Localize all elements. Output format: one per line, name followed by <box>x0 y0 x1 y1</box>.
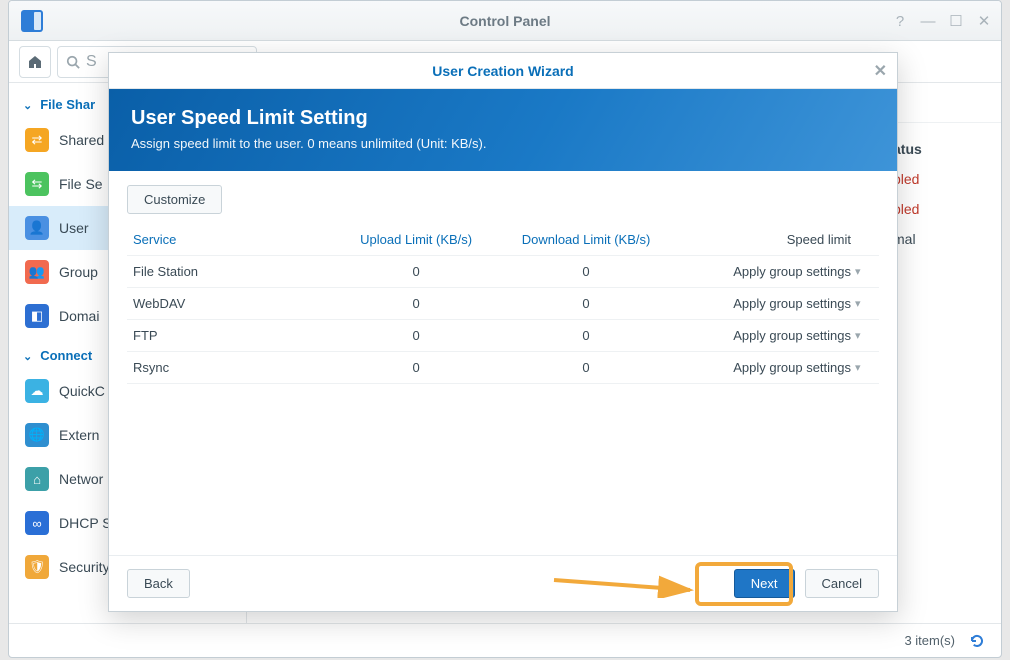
modal-titlebar[interactable]: User Creation Wizard ✕ <box>109 53 897 89</box>
status-header: atus <box>893 141 983 157</box>
sidebar-item-label: File Se <box>59 176 103 192</box>
modal-subheading: Assign speed limit to the user. 0 means … <box>131 136 875 151</box>
help-icon[interactable]: ? <box>891 13 909 30</box>
modal-header: User Speed Limit Setting Assign speed li… <box>109 89 897 171</box>
sidebar-item-label: Group <box>59 264 98 280</box>
speed-dropdown[interactable]: ▾ <box>855 297 873 310</box>
speed-dropdown[interactable]: ▾ <box>855 361 873 374</box>
table-row[interactable]: WebDAV00Apply group settings▾ <box>127 288 879 320</box>
col-upload[interactable]: Upload Limit (KB/s) <box>331 232 501 247</box>
status-value: bled <box>893 171 983 187</box>
search-placeholder: S <box>86 53 97 71</box>
refresh-icon <box>969 633 985 649</box>
col-speed[interactable]: Speed limit <box>671 232 855 247</box>
maximize-icon[interactable]: ☐ <box>947 12 965 30</box>
cell-service: WebDAV <box>133 296 331 311</box>
window-controls: ? — ☐ ✕ <box>891 1 993 41</box>
cell-download: 0 <box>501 328 671 343</box>
globe-icon: 🌐 <box>25 423 49 447</box>
cell-download: 0 <box>501 296 671 311</box>
table-row[interactable]: File Station00Apply group settings▾ <box>127 256 879 288</box>
next-button[interactable]: Next <box>734 569 795 598</box>
domain-icon: ◧ <box>25 304 49 328</box>
close-icon[interactable]: ✕ <box>975 12 993 30</box>
cell-speed: Apply group settings <box>671 296 855 311</box>
modal-footer: Back Next Cancel <box>109 555 897 611</box>
minimize-icon[interactable]: — <box>919 13 937 30</box>
statusbar: 3 item(s) <box>9 623 1001 657</box>
search-icon <box>66 55 80 69</box>
shield-icon: 🛡 <box>25 555 49 579</box>
file-service-icon: ⇆ <box>25 172 49 196</box>
modal-heading: User Speed Limit Setting <box>131 107 875 130</box>
user-creation-wizard: User Creation Wizard ✕ User Speed Limit … <box>108 52 898 612</box>
cell-upload: 0 <box>331 360 501 375</box>
sidebar-item-label: Domai <box>59 308 99 324</box>
status-value: bled <box>893 201 983 217</box>
table-row[interactable]: Rsync00Apply group settings▾ <box>127 352 879 384</box>
window-title: Control Panel <box>9 13 1001 29</box>
cell-speed: Apply group settings <box>671 328 855 343</box>
modal-body: Customize Service Upload Limit (KB/s) Do… <box>109 171 897 555</box>
speed-dropdown[interactable]: ▾ <box>855 329 873 342</box>
cancel-button[interactable]: Cancel <box>805 569 879 598</box>
table-header: Service Upload Limit (KB/s) Download Lim… <box>127 224 879 256</box>
window-titlebar[interactable]: Control Panel ? — ☐ ✕ <box>9 1 1001 41</box>
cell-service: FTP <box>133 328 331 343</box>
sidebar-item-label: User <box>59 220 89 236</box>
modal-title: User Creation Wizard <box>432 63 573 79</box>
cell-speed: Apply group settings <box>671 360 855 375</box>
sidebar-item-label: Networ <box>59 471 103 487</box>
refresh-button[interactable] <box>967 631 987 651</box>
col-service[interactable]: Service <box>133 232 331 247</box>
sidebar-item-label: QuickC <box>59 383 105 399</box>
cell-upload: 0 <box>331 296 501 311</box>
cloud-icon: ☁ <box>25 379 49 403</box>
cell-service: Rsync <box>133 360 331 375</box>
cell-service: File Station <box>133 264 331 279</box>
customize-button[interactable]: Customize <box>127 185 222 214</box>
sidebar-item-label: Extern <box>59 427 99 443</box>
sidebar-item-label: Shared <box>59 132 104 148</box>
table-row[interactable]: FTP00Apply group settings▾ <box>127 320 879 352</box>
cell-upload: 0 <box>331 328 501 343</box>
home-button[interactable] <box>19 46 51 78</box>
cell-upload: 0 <box>331 264 501 279</box>
cell-download: 0 <box>501 360 671 375</box>
group-icon: 👥 <box>25 260 49 284</box>
back-button[interactable]: Back <box>127 569 190 598</box>
status-column: atus bled bled mal <box>893 141 983 261</box>
speed-dropdown[interactable]: ▾ <box>855 265 873 278</box>
speed-limit-table: Service Upload Limit (KB/s) Download Lim… <box>127 224 879 384</box>
cell-download: 0 <box>501 264 671 279</box>
col-download[interactable]: Download Limit (KB/s) <box>501 232 671 247</box>
cell-speed: Apply group settings <box>671 264 855 279</box>
status-value: mal <box>893 231 983 247</box>
modal-close-button[interactable]: ✕ <box>874 61 887 81</box>
item-count: 3 item(s) <box>904 633 955 648</box>
dhcp-icon: ∞ <box>25 511 49 535</box>
user-icon: 👤 <box>25 216 49 240</box>
network-icon: ⌂ <box>25 467 49 491</box>
sidebar-item-label: DHCP S <box>59 515 112 531</box>
folder-share-icon: ⇄ <box>25 128 49 152</box>
sidebar-item-label: Security <box>59 559 110 575</box>
